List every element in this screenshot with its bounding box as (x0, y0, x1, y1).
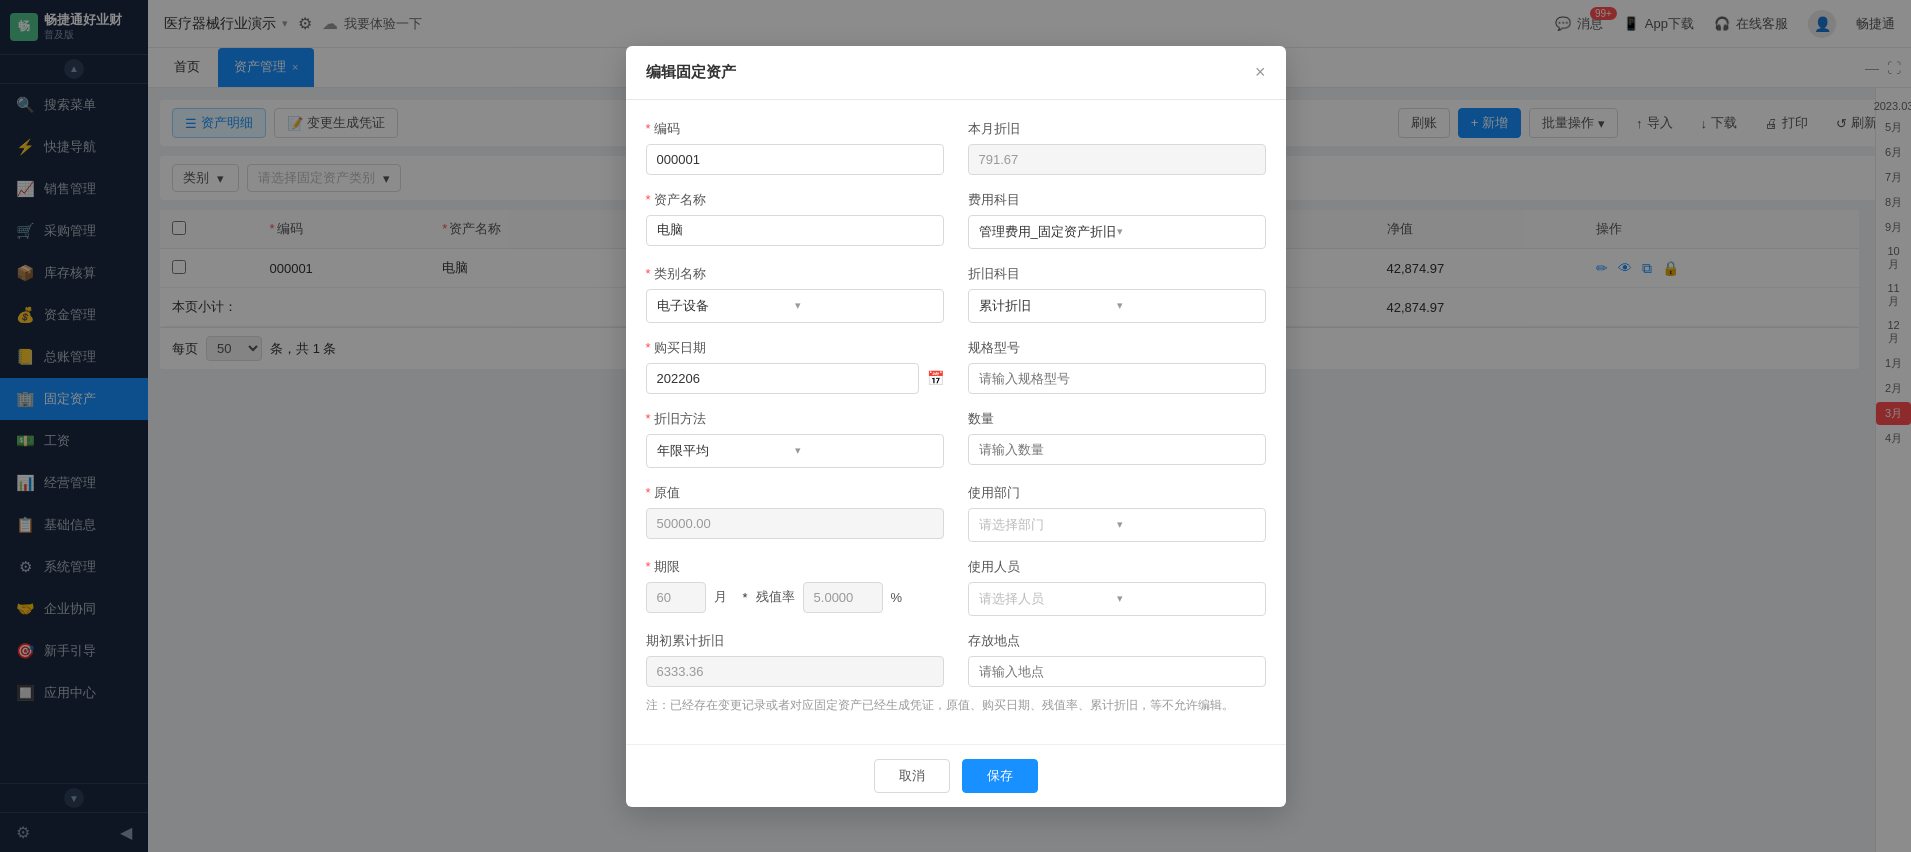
dep-subject-select[interactable]: 累计折旧 ▾ (968, 289, 1266, 323)
initial-dep-label: 期初累计折旧 (646, 632, 944, 650)
dep-method-arrow: ▾ (795, 444, 933, 457)
purchase-date-row: 📅 (646, 363, 944, 394)
asset-name-input[interactable] (646, 215, 944, 246)
dep-method-value: 年限平均 (657, 442, 795, 460)
quantity-label: 数量 (968, 410, 1266, 428)
form-grid: * 编码 本月折旧 * 资产名称 (646, 120, 1266, 687)
dep-subject-arrow: ▾ (1117, 299, 1255, 312)
spec-input[interactable] (968, 363, 1266, 394)
asset-name-label: * 资产名称 (646, 191, 944, 209)
expense-subject-value: 管理费用_固定资产折旧 (979, 223, 1117, 241)
form-group-purchase-date: * 购买日期 📅 (646, 339, 944, 394)
expense-subject-select[interactable]: 管理费用_固定资产折旧 ▾ (968, 215, 1266, 249)
quantity-input[interactable] (968, 434, 1266, 465)
dept-select[interactable]: 请选择部门 ▾ (968, 508, 1266, 542)
form-group-initial-dep: 期初累计折旧 (646, 632, 944, 687)
modal-close-icon[interactable]: × (1255, 62, 1266, 83)
category-name-value: 电子设备 (657, 297, 795, 315)
category-arrow: ▾ (795, 299, 933, 312)
category-name-label: * 类别名称 (646, 265, 944, 283)
code-input[interactable] (646, 144, 944, 175)
this-month-dep-input (968, 144, 1266, 175)
purchase-date-input[interactable] (646, 363, 919, 394)
expense-subject-label: 费用科目 (968, 191, 1266, 209)
dept-placeholder: 请选择部门 (979, 516, 1117, 534)
dep-method-select[interactable]: 年限平均 ▾ (646, 434, 944, 468)
period-label: * 期限 (646, 558, 944, 576)
user-select[interactable]: 请选择人员 ▾ (968, 582, 1266, 616)
original-value-label: * 原值 (646, 484, 944, 502)
period-input (646, 582, 706, 613)
category-name-select[interactable]: 电子设备 ▾ (646, 289, 944, 323)
dep-subject-label: 折旧科目 (968, 265, 1266, 283)
form-group-asset-name: * 资产名称 (646, 191, 944, 249)
form-group-original-value: * 原值 (646, 484, 944, 542)
form-group-spec: 规格型号 (968, 339, 1266, 394)
form-note: 注：已经存在变更记录或者对应固定资产已经生成凭证，原值、购买日期、残值率、累计折… (646, 687, 1266, 724)
residual-rate-input (803, 582, 883, 613)
location-label: 存放地点 (968, 632, 1266, 650)
modal-overlay: 编辑固定资产 × * 编码 本月折旧 (0, 0, 1911, 852)
initial-dep-input (646, 656, 944, 687)
modal-body: * 编码 本月折旧 * 资产名称 (626, 100, 1286, 744)
modal-footer: 取消 保存 (626, 744, 1286, 807)
dep-method-label: * 折旧方法 (646, 410, 944, 428)
dept-arrow: ▾ (1117, 518, 1255, 531)
edit-fixed-asset-modal: 编辑固定资产 × * 编码 本月折旧 (626, 46, 1286, 807)
form-group-quantity: 数量 (968, 410, 1266, 468)
form-group-dept: 使用部门 请选择部门 ▾ (968, 484, 1266, 542)
modal-header: 编辑固定资产 × (626, 46, 1286, 100)
dept-label: 使用部门 (968, 484, 1266, 502)
modal-title: 编辑固定资产 (646, 63, 736, 82)
form-group-user: 使用人员 请选择人员 ▾ (968, 558, 1266, 616)
user-arrow: ▾ (1117, 592, 1255, 605)
calendar-icon[interactable]: 📅 (927, 370, 944, 386)
residual-rate-label: 残值率 (756, 588, 795, 606)
period-row: 月 * 残值率 % (646, 582, 944, 613)
form-group-expense-subject: 费用科目 管理费用_固定资产折旧 ▾ (968, 191, 1266, 249)
form-group-category: * 类别名称 电子设备 ▾ (646, 265, 944, 323)
form-group-location: 存放地点 (968, 632, 1266, 687)
residual-rate-unit: % (891, 590, 903, 605)
form-group-code: * 编码 (646, 120, 944, 175)
location-input[interactable] (968, 656, 1266, 687)
save-button[interactable]: 保存 (962, 759, 1038, 793)
form-group-period: * 期限 月 * 残值率 % (646, 558, 944, 616)
dep-subject-value: 累计折旧 (979, 297, 1117, 315)
form-group-dep-subject: 折旧科目 累计折旧 ▾ (968, 265, 1266, 323)
this-month-dep-label: 本月折旧 (968, 120, 1266, 138)
spec-label: 规格型号 (968, 339, 1266, 357)
user-placeholder: 请选择人员 (979, 590, 1117, 608)
period-unit: 月 (714, 588, 727, 606)
original-value-input (646, 508, 944, 539)
expense-subject-arrow: ▾ (1117, 225, 1255, 238)
code-label: * 编码 (646, 120, 944, 138)
cancel-button[interactable]: 取消 (874, 759, 950, 793)
purchase-date-label: * 购买日期 (646, 339, 944, 357)
form-group-dep-method: * 折旧方法 年限平均 ▾ (646, 410, 944, 468)
user-label: 使用人员 (968, 558, 1266, 576)
form-group-this-month-dep: 本月折旧 (968, 120, 1266, 175)
